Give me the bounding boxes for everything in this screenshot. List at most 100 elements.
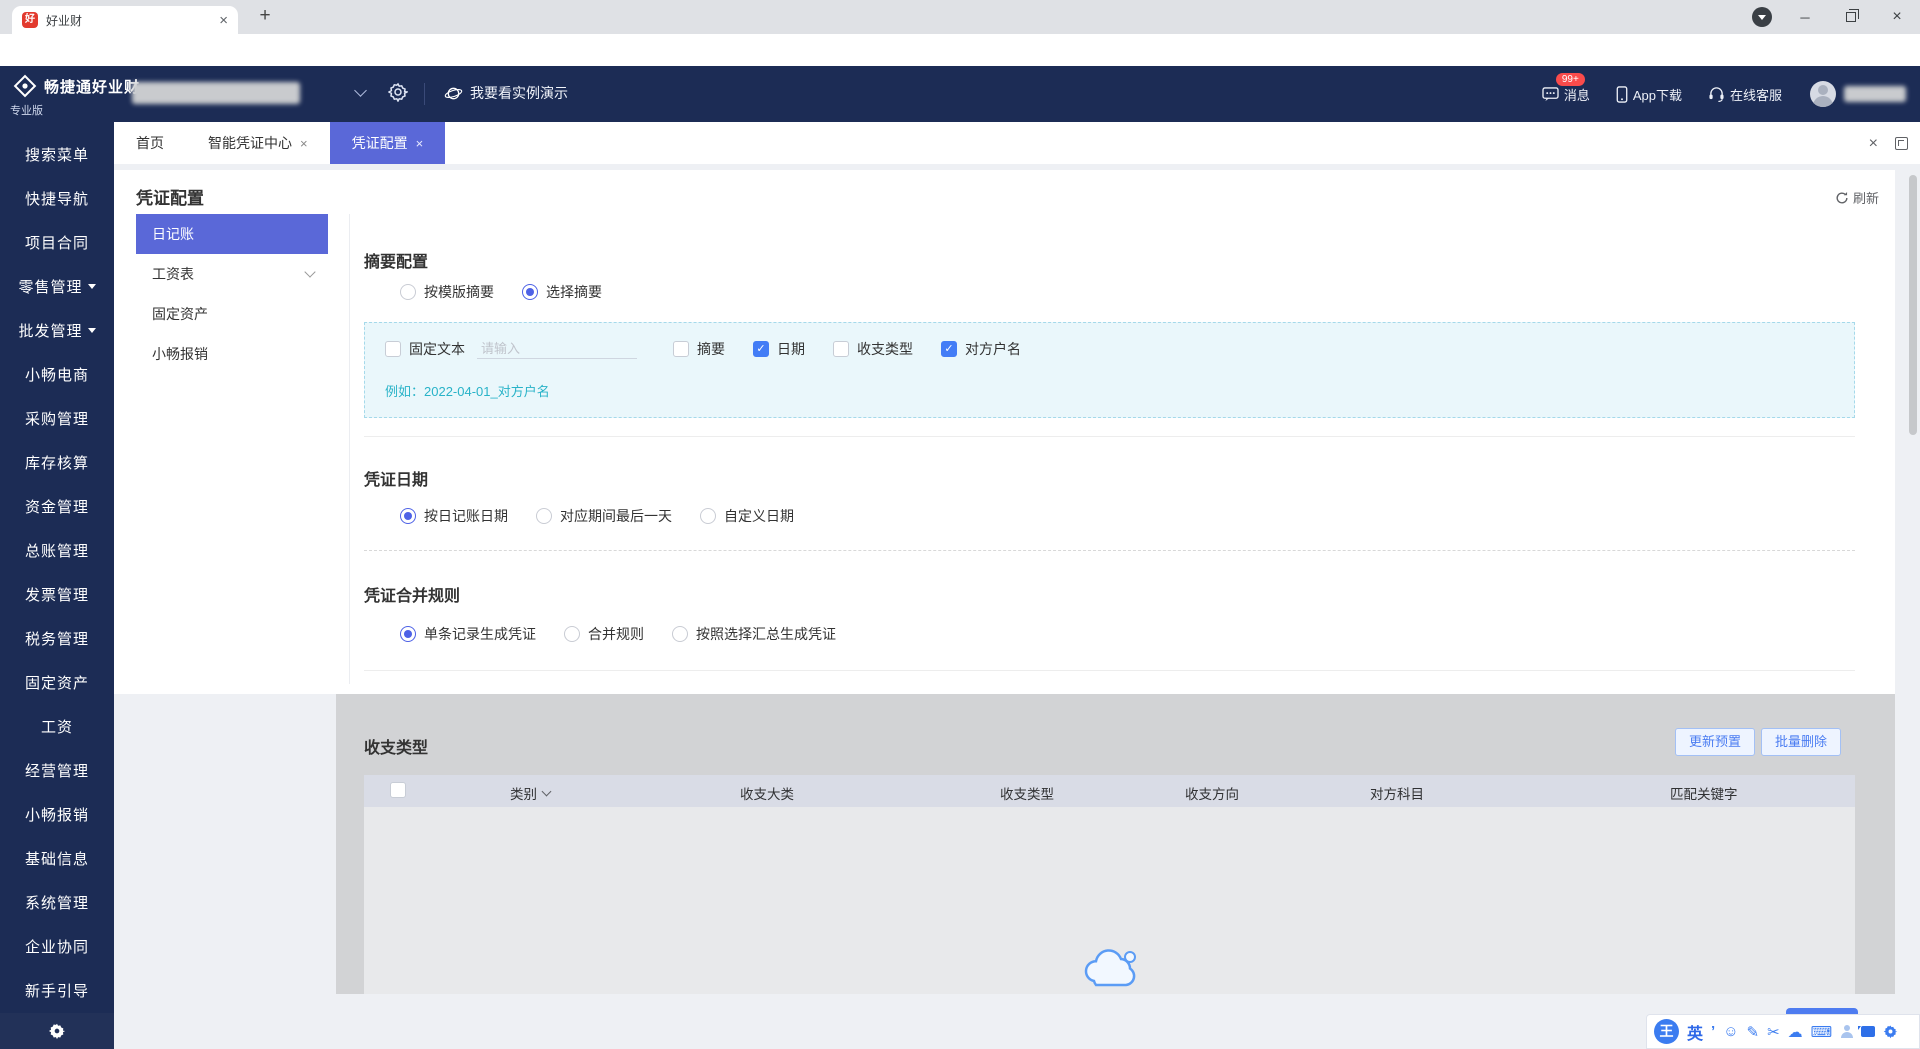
- sidebar-item-purchase[interactable]: 采购管理: [0, 396, 114, 440]
- checkbox-icon: [390, 782, 406, 798]
- dropdown-triangle-icon: [87, 283, 96, 289]
- sidebar-item-operations[interactable]: 经营管理: [0, 748, 114, 792]
- extension-indicator-icon[interactable]: [1752, 7, 1772, 27]
- ime-language-toggle[interactable]: 英: [1687, 1020, 1703, 1044]
- radio-period-last-day[interactable]: 对应期间最后一天: [536, 506, 672, 526]
- sidebar-item-funds[interactable]: 资金管理: [0, 484, 114, 528]
- sidebar-item-ecommerce[interactable]: 小畅电商: [0, 352, 114, 396]
- sidebar: 搜索菜单 快捷导航 项目合同 零售管理 批发管理 小畅电商 采购管理 库存核算 …: [0, 122, 114, 1013]
- tabs-close-all-icon[interactable]: ×: [1869, 135, 1878, 153]
- checkbox-summary[interactable]: 摘要: [673, 339, 725, 359]
- ime-account-icon[interactable]: [1840, 1025, 1854, 1038]
- merge-rule-radio-group: 单条记录生成凭证 合并规则 按照选择汇总生成凭证: [400, 624, 864, 644]
- fixed-text-input[interactable]: [477, 339, 637, 359]
- demo-link[interactable]: 我要看实例演示: [444, 83, 568, 103]
- checkbox-icon: [673, 341, 689, 357]
- workspace-tab-row: 首页 智能凭证中心 × 凭证配置 × ×: [114, 122, 1920, 164]
- config-nav-journal[interactable]: 日记账: [136, 214, 328, 254]
- sidebar-item-inventory[interactable]: 库存核算: [0, 440, 114, 484]
- select-all-checkbox[interactable]: [390, 782, 406, 798]
- radio-custom-date[interactable]: 自定义日期: [700, 506, 794, 526]
- minimize-button[interactable]: ─: [1782, 0, 1828, 34]
- column-category[interactable]: 类别: [510, 783, 552, 803]
- config-nav-fixed-assets[interactable]: 固定资产: [136, 294, 328, 334]
- radio-icon: [672, 626, 688, 642]
- browser-tab[interactable]: 好 好业财 ×: [12, 6, 238, 34]
- radio-merge-rule[interactable]: 合并规则: [564, 624, 644, 644]
- support-link[interactable]: 在线客服: [1708, 85, 1782, 104]
- batch-delete-button[interactable]: 批量删除: [1760, 728, 1841, 756]
- messages-link[interactable]: 消息 99+: [1542, 72, 1590, 104]
- sidebar-item-payroll[interactable]: 工资: [0, 704, 114, 748]
- headset-icon: [1709, 87, 1724, 102]
- fullscreen-icon[interactable]: [1895, 137, 1908, 150]
- radio-summary-by-selection[interactable]: 按照选择汇总生成凭证: [672, 624, 836, 644]
- close-button[interactable]: ×: [1874, 0, 1920, 34]
- ime-emoji-icon[interactable]: ☺: [1723, 1023, 1738, 1040]
- config-nav-payroll-sheet[interactable]: 工资表: [136, 254, 328, 294]
- tab-close-icon[interactable]: ×: [416, 136, 424, 151]
- ime-cloud-icon[interactable]: ☁: [1788, 1023, 1803, 1041]
- config-nav-expense[interactable]: 小畅报销: [136, 334, 328, 374]
- radio-single-record[interactable]: 单条记录生成凭证: [400, 624, 536, 644]
- radio-journal-date[interactable]: 按日记账日期: [400, 506, 508, 526]
- checkbox-income-type[interactable]: 收支类型: [833, 339, 913, 359]
- tab-voucher-center[interactable]: 智能凭证中心 ×: [186, 122, 330, 164]
- company-caret-icon[interactable]: [354, 84, 367, 97]
- sidebar-item-general-ledger[interactable]: 总账管理: [0, 528, 114, 572]
- summary-section-title: 摘要配置: [364, 254, 429, 271]
- sidebar-item-basic-info[interactable]: 基础信息: [0, 836, 114, 880]
- company-selector-redacted[interactable]: [132, 82, 300, 104]
- ime-keyboard-icon[interactable]: ⌨: [1811, 1023, 1833, 1041]
- sidebar-item-project-contract[interactable]: 项目合同: [0, 220, 114, 264]
- section-divider: [364, 670, 1855, 671]
- ime-logo-icon[interactable]: 王: [1654, 1019, 1679, 1044]
- sidebar-item-beginner-guide[interactable]: 新手引导: [0, 968, 114, 1012]
- sidebar-item-retail[interactable]: 零售管理: [0, 264, 114, 308]
- scrollbar-thumb[interactable]: [1909, 175, 1917, 435]
- sidebar-item-collaboration[interactable]: 企业协同: [0, 924, 114, 968]
- tab-close-icon[interactable]: ×: [219, 12, 228, 29]
- header-gear-icon[interactable]: [387, 82, 410, 107]
- ime-pen-icon[interactable]: ✎: [1747, 1023, 1760, 1041]
- sidebar-item-search-menu[interactable]: 搜索菜单: [0, 132, 114, 176]
- ime-toolbar: 王 英 ’ ☺ ✎ ✂ ☁ ⌨: [1646, 1014, 1920, 1049]
- config-nav: 日记账 工资表 固定资产 小畅报销: [136, 214, 350, 684]
- checkbox-counterparty[interactable]: 对方户名: [941, 339, 1021, 359]
- restore-button[interactable]: [1828, 0, 1874, 34]
- new-tab-button[interactable]: +: [252, 4, 278, 30]
- update-preset-button[interactable]: 更新预置: [1674, 728, 1755, 756]
- brand-name: 畅捷通好业财: [44, 78, 141, 96]
- sidebar-item-wholesale[interactable]: 批发管理: [0, 308, 114, 352]
- demo-planet-icon: [444, 87, 463, 99]
- radio-template-summary[interactable]: 按模版摘要: [400, 282, 494, 302]
- tab-voucher-config[interactable]: 凭证配置 ×: [329, 122, 446, 164]
- tab-close-icon[interactable]: ×: [300, 136, 308, 151]
- avatar[interactable]: [1810, 81, 1836, 107]
- ime-punctuation-icon[interactable]: ’: [1711, 1023, 1715, 1040]
- radio-select-summary[interactable]: 选择摘要: [522, 282, 602, 302]
- sidebar-item-tax[interactable]: 税务管理: [0, 616, 114, 660]
- ime-settings-gear-icon[interactable]: [1883, 1024, 1898, 1039]
- app-download-link[interactable]: App下载: [1616, 85, 1682, 104]
- ime-skin-icon[interactable]: [1858, 1026, 1876, 1037]
- income-type-table-header: 类别 收支大类 收支类型 收支方向 对方科目 匹配关键字: [364, 775, 1855, 807]
- edition-label: 专业版: [10, 105, 43, 117]
- checkbox-fixed-text[interactable]: 固定文本: [385, 339, 465, 359]
- browser-toolbar: ← → cloud.chanjet.com/cc/u6d89qwnryel/57…: [0, 34, 1920, 97]
- sidebar-gear-icon[interactable]: [48, 1022, 66, 1040]
- window-controls: ─ ×: [1782, 0, 1920, 34]
- tab-home[interactable]: 首页: [114, 122, 186, 164]
- income-type-table-body: [364, 807, 1855, 994]
- summary-example-text: 例如：2022-04-01_对方户名: [385, 384, 550, 399]
- sidebar-item-invoice[interactable]: 发票管理: [0, 572, 114, 616]
- voucher-date-title: 凭证日期: [364, 472, 429, 489]
- sidebar-item-quick-nav[interactable]: 快捷导航: [0, 176, 114, 220]
- radio-icon: [564, 626, 580, 642]
- checkbox-date[interactable]: 日期: [753, 339, 805, 359]
- radio-icon: [522, 284, 538, 300]
- sidebar-item-system[interactable]: 系统管理: [0, 880, 114, 924]
- ime-scissors-icon[interactable]: ✂: [1767, 1023, 1780, 1041]
- sidebar-item-fixed-assets[interactable]: 固定资产: [0, 660, 114, 704]
- sidebar-item-expense[interactable]: 小畅报销: [0, 792, 114, 836]
